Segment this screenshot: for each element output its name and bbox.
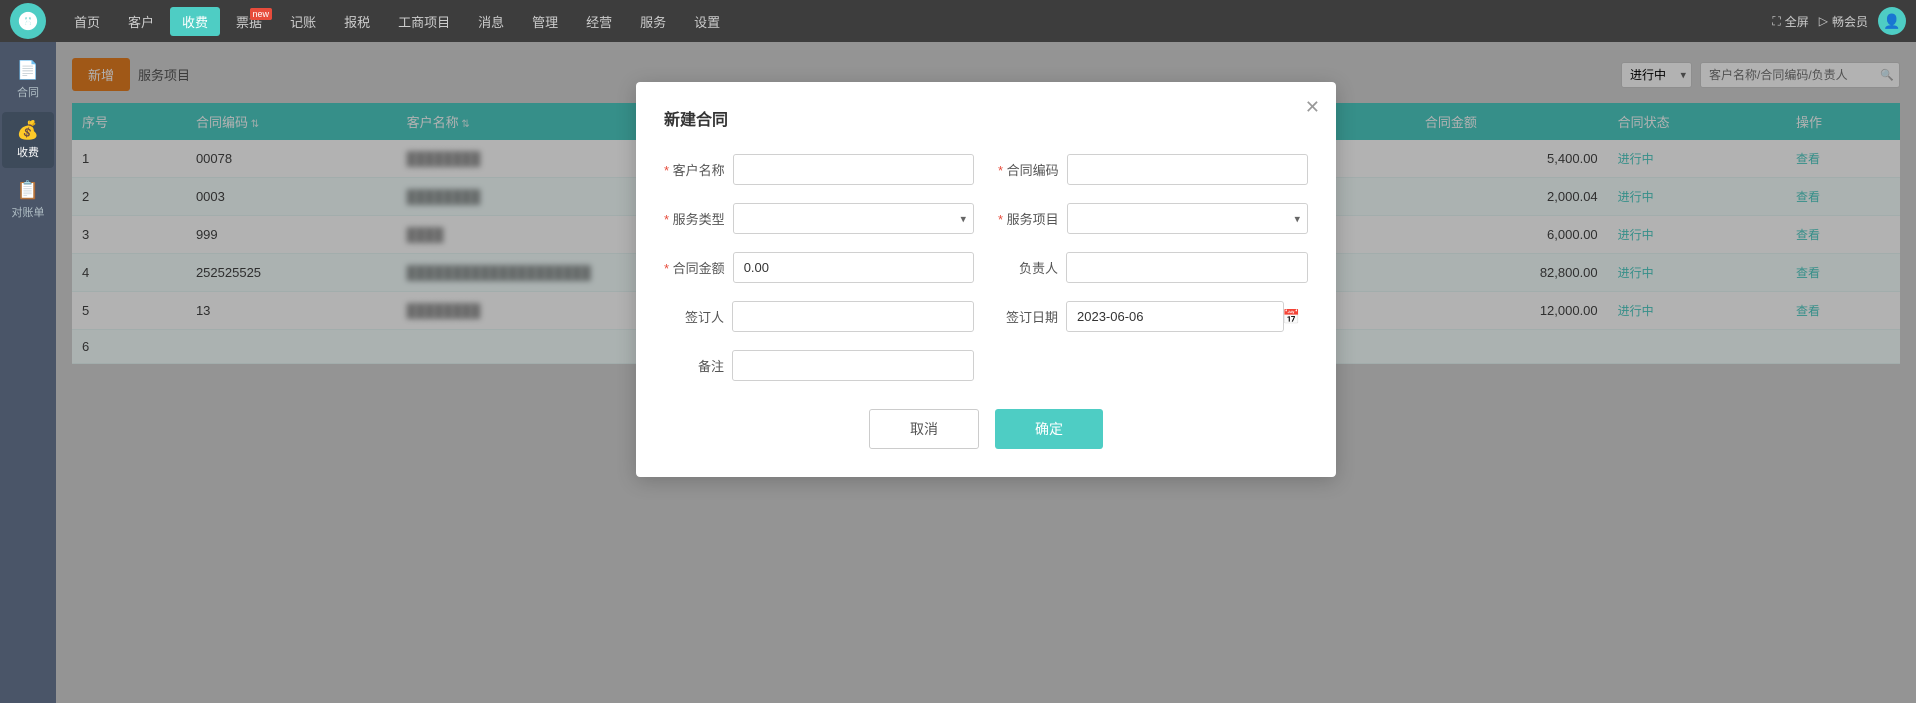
member-button[interactable]: ▷ 畅会员 [1819,13,1868,30]
signatory-label: 签订人 [664,307,724,326]
form-row-3: 合同金额 负责人 [664,252,1308,283]
service-project-label: 服务项目 [998,209,1059,228]
customer-name-input[interactable] [733,154,974,185]
topnav-right: ⛶ 全屏 ▷ 畅会员 👤 [1772,7,1906,35]
top-navigation: ✿ 首页 客户 收费 票据 new 记账 报税 工商项目 消息 管理 经营 服务… [0,0,1916,42]
modal-footer: 取消 确定 [664,409,1308,449]
svg-text:✿: ✿ [24,17,32,27]
fee-icon: 💰 [17,120,39,141]
nav-item-fee[interactable]: 收费 [170,7,220,36]
play-icon: ▷ [1819,14,1828,28]
nav-items: 首页 客户 收费 票据 new 记账 报税 工商项目 消息 管理 经营 服务 设… [62,7,1772,36]
form-row-1: 客户名称 合同编码 [664,154,1308,185]
nav-item-bookkeeping[interactable]: 记账 [278,7,328,36]
nav-item-tax[interactable]: 报税 [332,7,382,36]
service-type-label: 服务类型 [664,209,725,228]
new-badge: new [250,8,273,20]
notes-input[interactable] [732,350,974,381]
nav-item-message[interactable]: 消息 [466,7,516,36]
fullscreen-button[interactable]: ⛶ 全屏 [1772,13,1808,30]
contract-no-field: 合同编码 [998,154,1308,185]
nav-item-service[interactable]: 服务 [628,7,678,36]
sidebar-item-fee[interactable]: 💰 收费 [2,112,54,168]
sidebar-item-contract[interactable]: 📄 合同 [2,52,54,108]
fullscreen-icon: ⛶ [1772,14,1780,29]
responsible-field: 负责人 [998,252,1308,283]
form-row-2: 服务类型 服务项目 [664,203,1308,234]
service-project-field: 服务项目 [998,203,1308,234]
cancel-button[interactable]: 取消 [869,409,979,449]
sign-date-label: 签订日期 [998,307,1058,326]
main-layout: 📄 合同 💰 收费 📋 对账单 新增 服务项目 进行中 已完成 已终止 [0,42,1916,703]
contract-no-label: 合同编码 [998,160,1059,179]
contract-icon: 📄 [17,60,39,81]
sidebar-item-statement[interactable]: 📋 对账单 [2,172,54,228]
contract-amount-field: 合同金额 [664,252,974,283]
service-type-select[interactable] [733,203,974,234]
contract-amount-label: 合同金额 [664,258,725,277]
sign-date-input[interactable] [1066,301,1284,332]
confirm-button[interactable]: 确定 [995,409,1103,449]
contract-no-input[interactable] [1067,154,1308,185]
contract-amount-input[interactable] [733,252,974,283]
form-row-5: 备注 [664,350,1308,381]
statement-icon: 📋 [17,180,39,201]
app-logo[interactable]: ✿ [10,3,46,39]
sign-date-field: 签订日期 📅 [998,301,1308,332]
content-area: 新增 服务项目 进行中 已完成 已终止 序号 [56,42,1916,703]
avatar[interactable]: 👤 [1878,7,1906,35]
modal-title: 新建合同 [664,106,1308,130]
notes-label: 备注 [664,356,724,375]
sidebar: 📄 合同 💰 收费 📋 对账单 [0,42,56,703]
nav-item-home[interactable]: 首页 [62,7,112,36]
customer-name-field: 客户名称 [664,154,974,185]
new-contract-modal: ✕ 新建合同 客户名称 合同编码 服务类型 [636,82,1336,477]
signatory-input[interactable] [732,301,974,332]
responsible-label: 负责人 [998,258,1058,277]
nav-item-customer[interactable]: 客户 [116,7,166,36]
service-type-select-wrapper [733,203,974,234]
form-row-4: 签订人 签订日期 📅 [664,301,1308,332]
nav-item-operation[interactable]: 经营 [574,7,624,36]
responsible-input[interactable] [1066,252,1308,283]
modal-close-button[interactable]: ✕ [1305,98,1320,116]
service-type-field: 服务类型 [664,203,974,234]
customer-name-label: 客户名称 [664,160,725,179]
service-project-select-wrapper [1067,203,1308,234]
calendar-icon: 📅 [1283,308,1300,325]
sign-date-wrapper: 📅 [1066,301,1308,332]
nav-item-manage[interactable]: 管理 [520,7,570,36]
nav-item-business[interactable]: 工商项目 [386,7,462,36]
signatory-field: 签订人 [664,301,974,332]
nav-item-settings[interactable]: 设置 [682,7,732,36]
nav-item-invoice[interactable]: 票据 new [224,7,274,36]
avatar-icon: 👤 [1883,13,1900,30]
service-project-select[interactable] [1067,203,1308,234]
modal-overlay: ✕ 新建合同 客户名称 合同编码 服务类型 [56,42,1916,703]
notes-field: 备注 [664,350,974,381]
